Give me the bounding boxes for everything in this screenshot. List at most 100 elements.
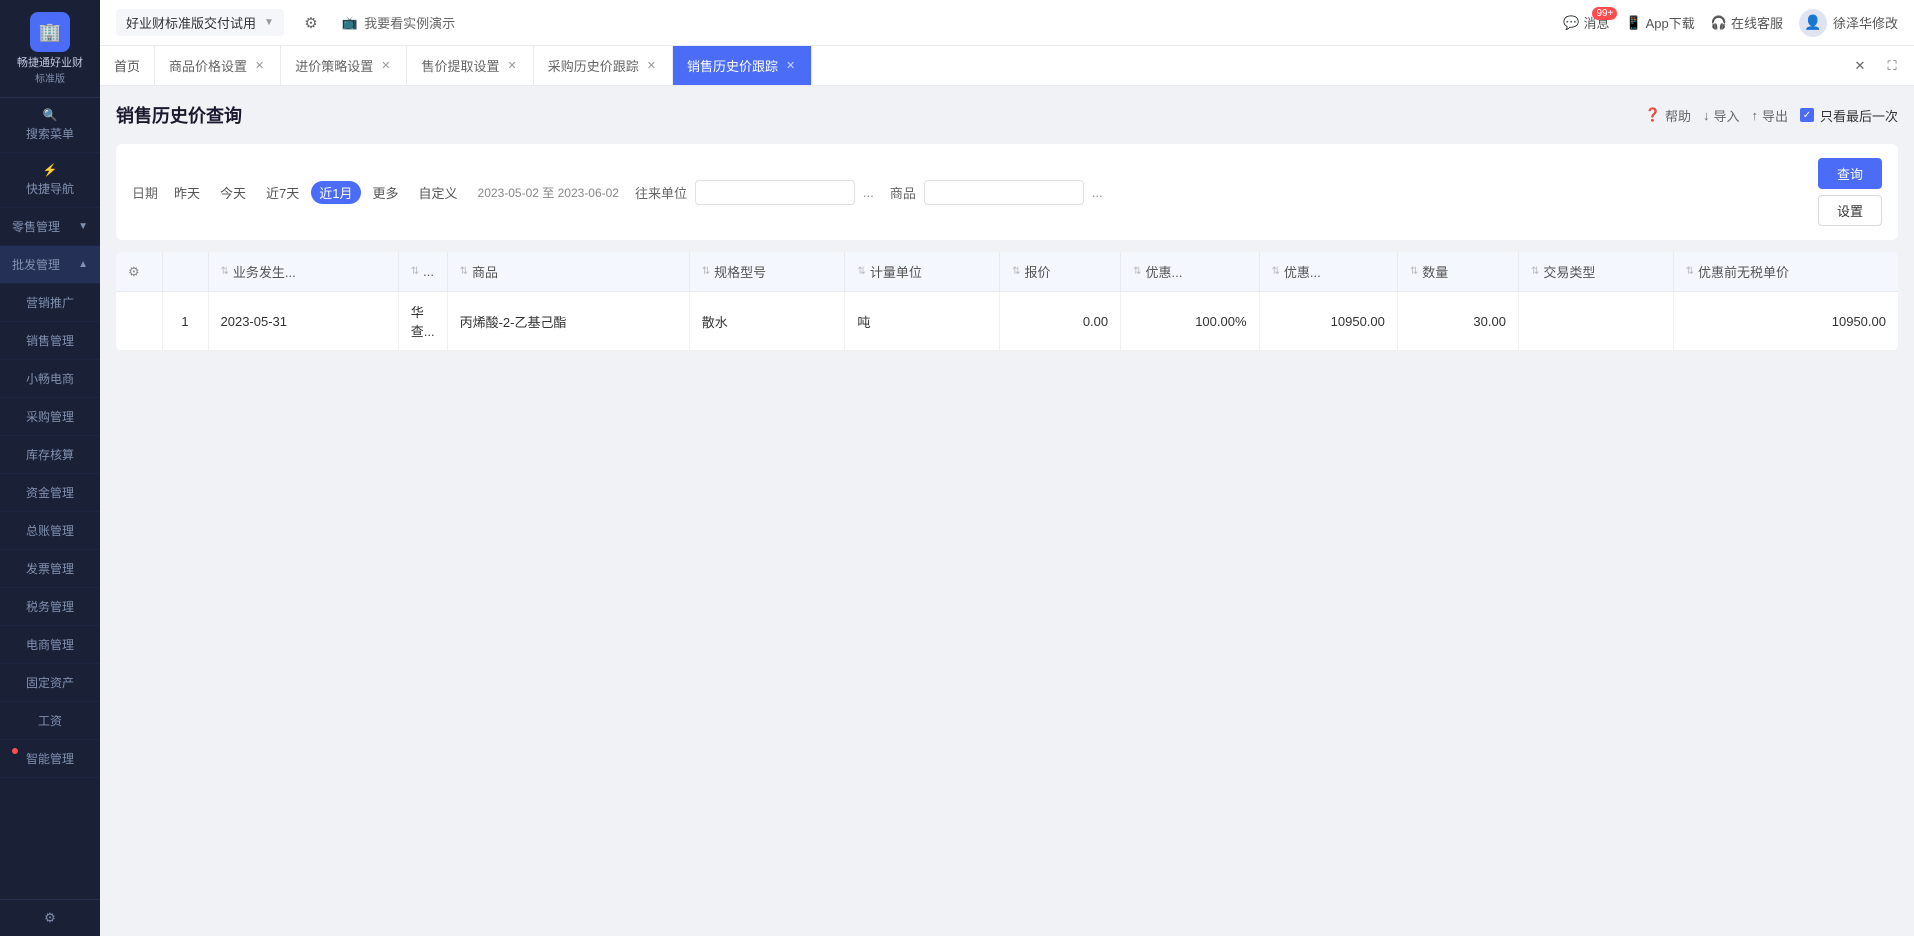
help-btn[interactable]: ❓ 帮助 — [1645, 106, 1691, 125]
date-option-today[interactable]: 今天 — [212, 181, 254, 204]
product-filter: 商品 ... — [890, 180, 1103, 205]
tab-price-extract-close[interactable]: ✕ — [506, 58, 519, 73]
tab-price-strategy[interactable]: 进价策略设置 ✕ — [281, 46, 407, 86]
ecommerce-label: 电商管理 — [26, 636, 74, 653]
settings-btn[interactable]: 设置 — [1818, 195, 1882, 226]
date-option-custom[interactable]: 自定义 — [411, 181, 466, 204]
retail-label: 零售管理 — [12, 218, 60, 235]
sort-icon-discount-price[interactable]: ⇅ — [1272, 266, 1280, 277]
export-icon: ↑ — [1751, 108, 1758, 123]
top-bar: 好业财标准版交付试用 ▼ ⚙ 📺 我要看实例演示 💬 99+ 消息 📱 App下… — [100, 0, 1914, 46]
chevron-up-icon: ▲ — [78, 259, 88, 270]
tab-product-price[interactable]: 商品价格设置 ✕ — [155, 46, 281, 86]
sidebar-item-fixed-assets[interactable]: 固定资产 — [0, 664, 100, 702]
top-bar-right: 💬 99+ 消息 📱 App下载 🎧 在线客服 👤 徐泽华修改 — [1563, 9, 1898, 37]
col-biz-date[interactable]: ⇅ 业务发生... — [208, 252, 398, 292]
online-service-btn[interactable]: 🎧 在线客服 — [1711, 13, 1783, 32]
search-icon: 🔍 — [43, 108, 58, 122]
app-download-btn[interactable]: 📱 App下载 — [1625, 13, 1694, 32]
col-quantity[interactable]: ⇅ 数量 — [1397, 252, 1518, 292]
tab-product-price-close[interactable]: ✕ — [253, 58, 266, 73]
sidebar-item-retail[interactable]: 零售管理 ▼ — [0, 208, 100, 246]
table-header-row: ⚙ ⇅ 业务发生... ⇅ — [116, 252, 1898, 292]
product-label: 商品 — [890, 183, 916, 202]
col-pretax-price[interactable]: ⇅ 优惠前无税单价 — [1673, 252, 1898, 292]
sort-icon-more[interactable]: ⇅ — [411, 266, 419, 277]
source-unit-label: 往来单位 — [635, 183, 687, 202]
quicknav-icon: ⚡ — [43, 163, 58, 177]
date-option-last1month[interactable]: 近1月 — [311, 181, 360, 204]
tab-purchase-history[interactable]: 采购历史价跟踪 ✕ — [534, 46, 673, 86]
tab-price-extract[interactable]: 售价提取设置 ✕ — [407, 46, 533, 86]
date-option-yesterday[interactable]: 昨天 — [166, 181, 208, 204]
col-spec[interactable]: ⇅ 规格型号 — [689, 252, 845, 292]
sidebar-item-ledger[interactable]: 总账管理 — [0, 512, 100, 550]
product-input[interactable] — [924, 180, 1084, 205]
sidebar-item-ecommerce[interactable]: 电商管理 — [0, 626, 100, 664]
col-trade-type[interactable]: ⇅ 交易类型 — [1518, 252, 1673, 292]
sidebar-item-ecommerce-small[interactable]: 小畅电商 — [0, 360, 100, 398]
gear-icon: ⚙ — [304, 14, 317, 32]
tab-price-strategy-close[interactable]: ✕ — [379, 58, 392, 73]
source-unit-input[interactable] — [695, 180, 855, 205]
product-more-btn[interactable]: ... — [1092, 185, 1103, 200]
online-service-label: 在线客服 — [1731, 13, 1783, 32]
sort-icon-biz-date[interactable]: ⇅ — [221, 266, 229, 277]
tab-home[interactable]: 首页 — [100, 46, 155, 86]
col-product[interactable]: ⇅ 商品 — [447, 252, 689, 292]
tab-close-all-btn[interactable]: ✕ — [1846, 52, 1874, 80]
logo-subtitle: 标准版 — [8, 70, 92, 85]
sidebar-item-marketing[interactable]: 营销推广 — [0, 284, 100, 322]
sort-icon-spec[interactable]: ⇅ — [702, 266, 710, 277]
table-column-settings-icon[interactable]: ⚙ — [128, 264, 140, 280]
sort-icon-price[interactable]: ⇅ — [1012, 266, 1020, 277]
demo-link[interactable]: 📺 我要看实例演示 — [342, 13, 455, 32]
export-btn[interactable]: ↑ 导出 — [1751, 106, 1788, 125]
sort-icon-discount-rate[interactable]: ⇅ — [1133, 266, 1141, 277]
sort-icon-quantity[interactable]: ⇅ — [1410, 266, 1418, 277]
message-icon: 💬 — [1563, 15, 1579, 31]
sidebar-item-tax[interactable]: 税务管理 — [0, 588, 100, 626]
smart-dot — [12, 748, 18, 754]
sort-icon-product[interactable]: ⇅ — [460, 266, 468, 277]
date-option-last7[interactable]: 近7天 — [258, 181, 307, 204]
page-header: 销售历史价查询 ❓ 帮助 ↓ 导入 ↑ 导出 ✓ 只看最后一次 — [116, 102, 1898, 128]
col-unit[interactable]: ⇅ 计量单位 — [845, 252, 1000, 292]
user-avatar: 👤 — [1799, 9, 1827, 37]
sidebar-item-smart[interactable]: 智能管理 — [0, 740, 100, 778]
user-info[interactable]: 👤 徐泽华修改 — [1799, 9, 1898, 37]
sidebar-item-payroll[interactable]: 工资 — [0, 702, 100, 740]
sidebar-item-purchase[interactable]: 采购管理 — [0, 398, 100, 436]
tab-expand-btn[interactable]: ⛶ — [1878, 52, 1906, 80]
cell-spec: 散水 — [689, 292, 845, 351]
tab-purchase-history-close[interactable]: ✕ — [645, 58, 658, 73]
smart-label: 智能管理 — [26, 750, 74, 767]
app-selector[interactable]: 好业财标准版交付试用 ▼ — [116, 9, 284, 36]
col-discount-rate[interactable]: ⇅ 优惠... — [1121, 252, 1259, 292]
sidebar-item-wholesale[interactable]: 批发管理 ▲ — [0, 246, 100, 284]
sidebar-quick-nav[interactable]: ⚡ 快捷导航 — [0, 153, 100, 208]
col-price[interactable]: ⇅ 报价 — [1000, 252, 1121, 292]
sidebar-settings-btn[interactable]: ⚙ — [0, 899, 100, 936]
tab-sales-history[interactable]: 销售历史价跟踪 ✕ — [673, 46, 812, 86]
cell-trade-type — [1518, 292, 1673, 351]
only-last-checkbox[interactable]: ✓ 只看最后一次 — [1800, 106, 1898, 125]
messages-btn[interactable]: 💬 99+ 消息 — [1563, 13, 1609, 32]
sidebar-item-invoice[interactable]: 发票管理 — [0, 550, 100, 588]
sidebar-search[interactable]: 🔍 搜索菜单 — [0, 98, 100, 153]
import-btn[interactable]: ↓ 导入 — [1703, 106, 1740, 125]
logo-icon: 🏢 — [30, 12, 70, 52]
sort-icon-unit[interactable]: ⇅ — [857, 266, 865, 277]
sidebar-item-finance[interactable]: 资金管理 — [0, 474, 100, 512]
sidebar-logo: 🏢 畅捷通好业财 标准版 — [0, 0, 100, 98]
query-btn[interactable]: 查询 — [1818, 158, 1882, 189]
tab-sales-history-close[interactable]: ✕ — [784, 58, 797, 73]
sort-icon-pretax-price[interactable]: ⇅ — [1686, 266, 1694, 277]
col-discount-price[interactable]: ⇅ 优惠... — [1259, 252, 1397, 292]
topbar-settings-btn[interactable]: ⚙ — [296, 8, 326, 38]
sidebar-item-sales[interactable]: 销售管理 — [0, 322, 100, 360]
date-option-more[interactable]: 更多 — [365, 181, 407, 204]
sidebar-item-inventory[interactable]: 库存核算 — [0, 436, 100, 474]
source-unit-more-btn[interactable]: ... — [863, 185, 874, 200]
sort-icon-trade-type[interactable]: ⇅ — [1531, 266, 1539, 277]
